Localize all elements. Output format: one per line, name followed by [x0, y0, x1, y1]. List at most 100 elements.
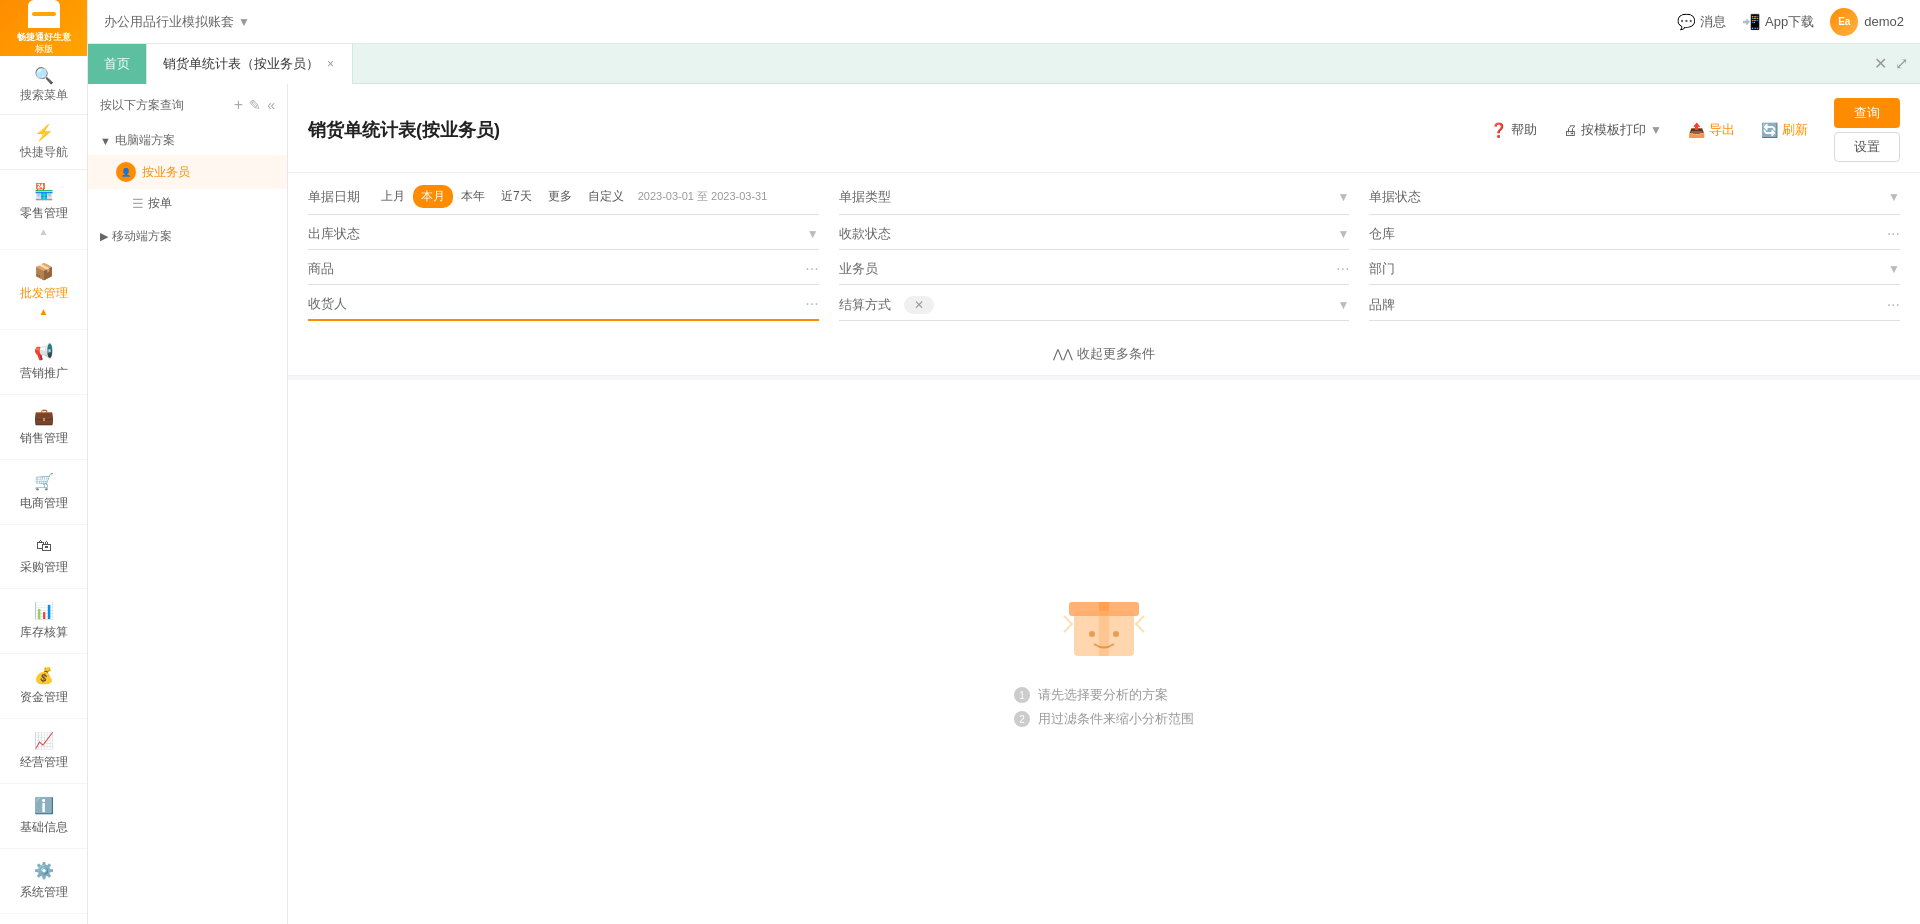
finance-icon: 💰	[34, 666, 54, 685]
retail-icon: 🏪	[34, 182, 54, 201]
date-label: 单据日期	[308, 188, 373, 206]
filter-row-3: 商品 ··· 业务员 ··· 部门	[308, 260, 1900, 285]
filter-department[interactable]: 部门 ▼	[1369, 260, 1900, 285]
operations-icon: 📈	[34, 731, 54, 750]
warehouse-ellipsis[interactable]: ···	[1887, 225, 1900, 243]
filter-warehouse[interactable]: 仓库 ···	[1369, 225, 1900, 250]
sidebar-item-retail[interactable]: 🏪 零售管理 ▲	[0, 170, 88, 250]
doc-status-select[interactable]: ▼	[1434, 190, 1900, 204]
sidebar-item-system[interactable]: ⚙️ 系统管理	[0, 849, 88, 914]
desktop-section-label: 电脑端方案	[115, 132, 175, 149]
panel-item-by-salesperson[interactable]: 👤 按业务员	[88, 155, 287, 189]
panel-section-mobile-header[interactable]: ▶ 移动端方案	[88, 222, 287, 251]
sidebar-item-basic[interactable]: ℹ️ 基础信息	[0, 784, 88, 849]
tab-expand-btn[interactable]: ⤢	[1895, 54, 1908, 73]
help-btn[interactable]: ❓ 帮助	[1482, 117, 1545, 143]
tab-window-close-btn[interactable]: ✕	[1874, 54, 1887, 73]
system-icon: ⚙️	[34, 861, 54, 880]
filter-salesperson[interactable]: 业务员 ···	[839, 260, 1350, 285]
department-select[interactable]: ▼	[1434, 262, 1900, 276]
content-area: 按以下方案查询 + ✎ « ▼ 电脑端方案 👤 按业务员	[88, 84, 1920, 924]
marketing-icon: 📢	[34, 342, 54, 361]
topbar: 办公用品行业模拟账套 ▼ 💬 消息 📲 App下载 Ea demo2	[88, 0, 1920, 44]
panel-item-by-order[interactable]: ☰ 按单	[88, 189, 287, 218]
payment-tag-remove[interactable]: ✕	[914, 298, 924, 312]
sidebar-item-sales[interactable]: 💼 销售管理	[0, 395, 88, 460]
sidebar-item-wholesale-label: 批发管理	[20, 285, 68, 302]
salesperson-filter-select[interactable]: ···	[904, 260, 1350, 278]
filter-receipt-status[interactable]: 收款状态 ▼	[839, 225, 1350, 250]
filter-doc-type[interactable]: 单据类型 ▼	[839, 185, 1350, 215]
svg-rect-3	[1099, 611, 1109, 656]
salesperson-ellipsis[interactable]: ···	[1336, 260, 1349, 278]
app-download-btn[interactable]: 📲 App下载	[1742, 13, 1814, 31]
collapse-btn[interactable]: ⋀⋀ 收起更多条件	[1053, 339, 1155, 369]
out-status-select[interactable]: ▼	[373, 227, 819, 241]
panel-add-btn[interactable]: +	[234, 96, 243, 114]
sidebar-item-wholesale[interactable]: 📦 批发管理 ▲	[0, 250, 88, 330]
sales-icon: 💼	[34, 407, 54, 426]
sidebar-item-enterprise[interactable]: 🏢 企业协同	[0, 914, 88, 924]
warehouse-select[interactable]: ···	[1434, 225, 1900, 243]
brand-ellipsis[interactable]: ···	[1887, 296, 1900, 314]
payment-tag: ✕	[904, 296, 934, 314]
goods-ellipsis[interactable]: ···	[805, 260, 818, 278]
panel-section-desktop-header[interactable]: ▼ 电脑端方案	[88, 126, 287, 155]
export-icon: 📤	[1688, 122, 1705, 138]
company-selector[interactable]: 办公用品行业模拟账套 ▼	[104, 13, 250, 31]
hint-2-number: 2	[1014, 711, 1030, 727]
sidebar-item-ecommerce[interactable]: 🛒 电商管理	[0, 460, 88, 525]
empty-hint-1: 1 请先选择要分析的方案	[1014, 686, 1168, 704]
out-status-label: 出库状态	[308, 225, 373, 243]
sidebar-item-ecommerce-label: 电商管理	[20, 495, 68, 512]
filter-brand[interactable]: 品牌 ···	[1369, 295, 1900, 321]
date-btn-custom[interactable]: 自定义	[580, 185, 632, 208]
receipt-status-select[interactable]: ▼	[904, 227, 1350, 241]
date-btn-last-month[interactable]: 上月	[373, 185, 413, 208]
filter-out-status[interactable]: 出库状态 ▼	[308, 225, 819, 250]
panel-section-mobile: ▶ 移动端方案	[88, 220, 287, 253]
sidebar-item-operations[interactable]: 📈 经营管理	[0, 719, 88, 784]
print-template-btn[interactable]: 🖨 按模板打印 ▼	[1555, 117, 1670, 143]
sidebar-item-finance[interactable]: 💰 资金管理	[0, 654, 88, 719]
empty-icon	[1054, 576, 1154, 666]
filter-consignee[interactable]: 收货人 ···	[308, 295, 819, 321]
topbar-left: 办公用品行业模拟账套 ▼	[104, 13, 250, 31]
shortcut-nav[interactable]: ⚡ 快捷导航	[0, 115, 88, 170]
payment-select[interactable]: ✕ ▼	[904, 296, 1350, 314]
user-menu[interactable]: Ea demo2	[1830, 8, 1904, 36]
date-btn-7days[interactable]: 近7天	[493, 185, 540, 208]
consignee-select[interactable]: ···	[373, 295, 819, 313]
sidebar-item-marketing[interactable]: 📢 营销推广	[0, 330, 88, 395]
filter-payment[interactable]: 结算方式 ✕ ▼	[839, 295, 1350, 321]
payment-label: 结算方式	[839, 296, 904, 314]
consignee-ellipsis[interactable]: ···	[805, 295, 818, 313]
search-menu[interactable]: 🔍 搜索菜单	[0, 56, 88, 115]
sidebar-item-inventory[interactable]: 📊 库存核算	[0, 589, 88, 654]
tab-home[interactable]: 首页	[88, 44, 147, 84]
page-title: 销货单统计表(按业务员)	[308, 118, 500, 142]
date-btn-this-month[interactable]: 本月	[413, 185, 453, 208]
settings-btn[interactable]: 设置	[1834, 132, 1900, 162]
panel-collapse-btn[interactable]: «	[267, 97, 275, 113]
query-btn[interactable]: 查询	[1834, 98, 1900, 128]
message-btn[interactable]: 💬 消息	[1677, 13, 1726, 31]
company-name: 办公用品行业模拟账套	[104, 13, 234, 31]
sidebar-item-purchase[interactable]: 🛍 采购管理	[0, 525, 88, 589]
tab-close-btn[interactable]: ×	[325, 57, 336, 71]
payment-chevron: ▼	[1337, 298, 1349, 312]
date-btn-this-year[interactable]: 本年	[453, 185, 493, 208]
brand-select[interactable]: ···	[1434, 296, 1900, 314]
goods-select[interactable]: ···	[373, 260, 819, 278]
date-btn-more[interactable]: 更多	[540, 185, 580, 208]
tab-sales-stats[interactable]: 销货单统计表（按业务员） ×	[147, 44, 353, 84]
doc-type-select[interactable]: ▼	[904, 190, 1350, 204]
export-btn[interactable]: 📤 导出	[1680, 117, 1743, 143]
refresh-btn[interactable]: 🔄 刷新	[1753, 117, 1816, 143]
filter-doc-status[interactable]: 单据状态 ▼	[1369, 185, 1900, 215]
desktop-section-arrow: ▼	[100, 135, 111, 147]
app-logo: 畅捷通好生意 标版	[0, 0, 88, 56]
filter-goods[interactable]: 商品 ···	[308, 260, 819, 285]
panel-edit-btn[interactable]: ✎	[249, 97, 261, 113]
sidebar-item-basic-label: 基础信息	[20, 819, 68, 836]
